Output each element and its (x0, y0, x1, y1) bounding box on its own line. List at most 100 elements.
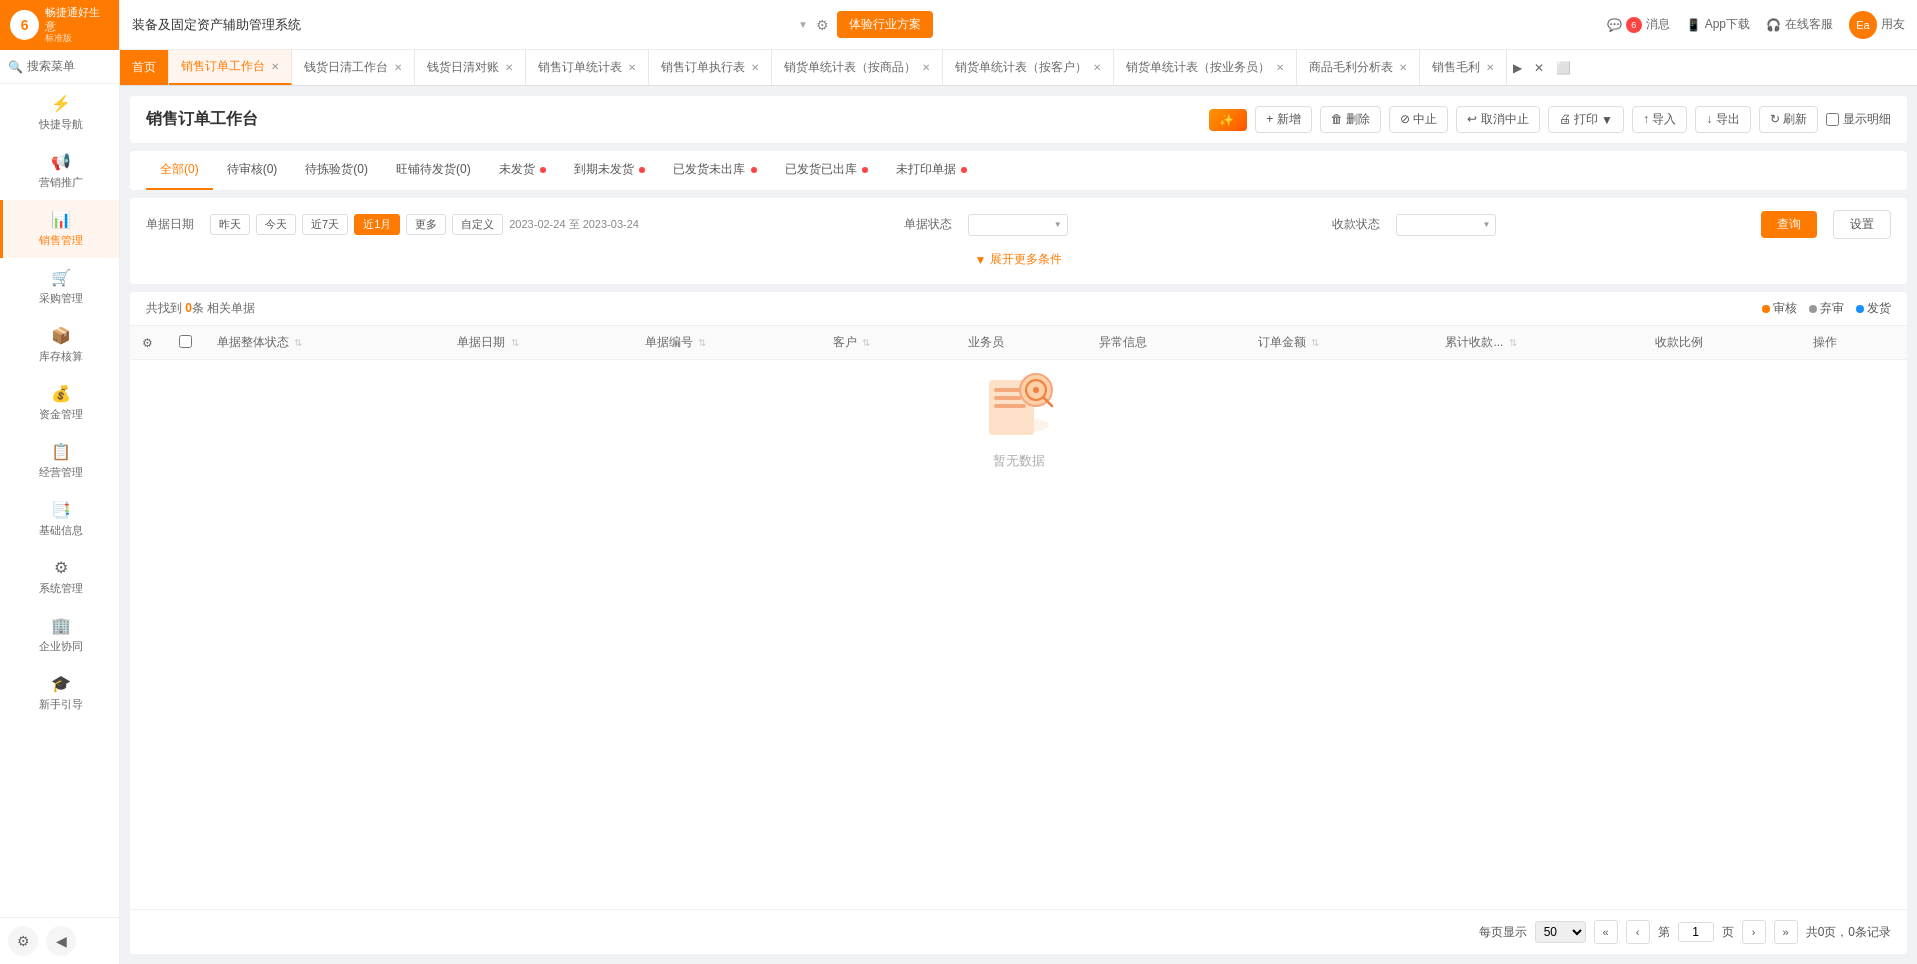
main-area: 装备及固定资产辅助管理系统 ▼ ⚙ 体验行业方案 💬 6 消息 📱 App下载 … (120, 0, 1917, 964)
tab-sales-order[interactable]: 销售订单工作台 ✕ (169, 50, 292, 85)
customer-sort-icon[interactable]: ⇅ (862, 337, 870, 348)
sidebar-item-quick-nav[interactable]: ⚡ 快捷导航 (0, 84, 119, 142)
header-settings-icon[interactable]: ⚙ (816, 17, 829, 33)
app-download-btn[interactable]: 📱 App下载 (1686, 16, 1750, 33)
sidebar-collapse-btn[interactable]: ◀ (46, 926, 76, 956)
tab-sales-by-staff[interactable]: 销货单统计表（按业务员） ✕ (1114, 50, 1297, 85)
sidebar-item-guide[interactable]: 🎓 新手引导 (0, 664, 119, 722)
sidebar-item-inventory[interactable]: 📦 库存核算 (0, 316, 119, 374)
status-sort-icon[interactable]: ⇅ (294, 337, 302, 348)
sidebar-item-finance[interactable]: 💰 资金管理 (0, 374, 119, 432)
sidebar-item-sales[interactable]: 📊 销售管理 (0, 200, 119, 258)
number-sort-icon[interactable]: ⇅ (698, 337, 706, 348)
tab-close-sales-profit[interactable]: ✕ (1486, 62, 1494, 73)
filter-tab-unprinted[interactable]: 未打印单据 (882, 151, 981, 190)
tab-home[interactable]: 首页 (120, 50, 169, 85)
inventory-icon: 📦 (51, 326, 71, 345)
payment-select[interactable] (1396, 214, 1496, 236)
sidebar-item-search[interactable]: 🔍 搜索菜单 (0, 50, 119, 84)
star-icon: ✨ (1219, 113, 1234, 127)
tab-sales-by-cust[interactable]: 销货单统计表（按客户） ✕ (943, 50, 1114, 85)
filter-tab-pending-inspect[interactable]: 待拣验货(0) (291, 151, 382, 190)
page-prev-btn[interactable]: ‹ (1626, 920, 1650, 944)
tab-close-sales-stat[interactable]: ✕ (628, 62, 636, 73)
page-next-btn[interactable]: › (1742, 920, 1766, 944)
logo-area: 6 畅捷通好生意 标准版 (0, 0, 119, 50)
filter-tab-expired-unshipped[interactable]: 到期未发货 (560, 151, 659, 190)
date-sort-icon[interactable]: ⇅ (511, 337, 519, 348)
page-actions: ✨ + 新增 🗑 删除 ⊘ 中止 ↩ 取消中止 🖨 打印 ▼ ↑ 导入 ↓ 导出… (1209, 106, 1891, 133)
filter-tab-unshipped[interactable]: 未发货 (485, 151, 560, 190)
tab-more-btn[interactable]: ▶ (1507, 50, 1528, 85)
tab-close-all-btn[interactable]: ✕ (1528, 50, 1550, 85)
tab-sales-profit[interactable]: 销售毛利 ✕ (1420, 50, 1507, 85)
date-btn-more[interactable]: 更多 (406, 214, 446, 235)
cancel-stop-button[interactable]: ↩ 取消中止 (1456, 106, 1539, 133)
tab-sales-by-prod[interactable]: 销货单统计表（按商品） ✕ (772, 50, 943, 85)
table-scroll[interactable]: ⚙ 单据整体状态 ⇅ 单据日期 ⇅ (130, 326, 1907, 909)
sidebar-item-system[interactable]: ⚙ 系统管理 (0, 548, 119, 606)
sidebar-item-basic-info[interactable]: 📑 基础信息 (0, 490, 119, 548)
query-button[interactable]: 查询 (1761, 211, 1817, 238)
cancel-review-action-btn[interactable]: 弃审 (1809, 300, 1844, 317)
expand-filter-button[interactable]: ▼ 展开更多条件 (967, 247, 1071, 272)
tab-close-sales-order[interactable]: ✕ (271, 61, 279, 72)
filter-tab-shipped-out[interactable]: 已发货已出库 (771, 151, 882, 190)
tab-close-sales-exec[interactable]: ✕ (751, 62, 759, 73)
page-first-btn[interactable]: « (1594, 920, 1618, 944)
sidebar-settings-btn[interactable]: ⚙ (8, 926, 38, 956)
tab-cash-daily[interactable]: 钱货日清工作台 ✕ (292, 50, 415, 85)
tab-cash-reconcile[interactable]: 钱货日清对账 ✕ (415, 50, 526, 85)
user-profile-btn[interactable]: Ea 用友 (1849, 11, 1905, 39)
page-number-input[interactable] (1678, 922, 1714, 942)
filter-settings-button[interactable]: 设置 (1833, 210, 1891, 239)
show-detail-checkbox[interactable]: 显示明细 (1826, 111, 1891, 128)
delete-button[interactable]: 🗑 删除 (1320, 106, 1381, 133)
import-button[interactable]: ↑ 导入 (1632, 106, 1687, 133)
date-btn-7days[interactable]: 近7天 (302, 214, 348, 235)
filter-tab-all[interactable]: 全部(0) (146, 151, 213, 190)
select-all-checkbox[interactable] (179, 335, 192, 348)
export-button[interactable]: ↓ 导出 (1695, 106, 1750, 133)
amount-sort-icon[interactable]: ⇅ (1311, 337, 1319, 348)
date-btn-today[interactable]: 今天 (256, 214, 296, 235)
tab-maximize-btn[interactable]: ⬜ (1550, 50, 1577, 85)
collected-sort-icon[interactable]: ⇅ (1509, 337, 1517, 348)
sidebar-item-enterprise[interactable]: 🏢 企业协同 (0, 606, 119, 664)
tab-close-sales-by-staff[interactable]: ✕ (1276, 62, 1284, 73)
new-button[interactable]: + 新增 (1255, 106, 1311, 133)
column-settings-icon[interactable]: ⚙ (142, 336, 153, 350)
ai-generate-button[interactable]: ✨ (1209, 109, 1247, 131)
page-last-btn[interactable]: » (1774, 920, 1798, 944)
print-button[interactable]: 🖨 打印 ▼ (1548, 106, 1624, 133)
page-size-select[interactable]: 10 20 50 100 (1535, 921, 1586, 943)
filter-tab-shipped-in-transit[interactable]: 已发货未出库 (659, 151, 770, 190)
industry-solution-button[interactable]: 体验行业方案 (837, 11, 933, 38)
tab-close-gross-margin[interactable]: ✕ (1399, 62, 1407, 73)
filter-tab-wangpu[interactable]: 旺铺待发货(0) (382, 151, 485, 190)
review-action-btn[interactable]: 审核 (1762, 300, 1797, 317)
sidebar-item-marketing[interactable]: 📢 营销推广 (0, 142, 119, 200)
th-checkbox (165, 326, 205, 360)
tab-sales-exec[interactable]: 销售订单执行表 ✕ (649, 50, 772, 85)
tab-gross-margin[interactable]: 商品毛利分析表 ✕ (1297, 50, 1420, 85)
stop-button[interactable]: ⊘ 中止 (1389, 106, 1448, 133)
message-btn[interactable]: 💬 6 消息 (1607, 16, 1670, 33)
date-btn-yesterday[interactable]: 昨天 (210, 214, 250, 235)
status-select[interactable] (968, 214, 1068, 236)
show-detail-input[interactable] (1826, 113, 1839, 126)
refresh-button[interactable]: ↻ 刷新 (1759, 106, 1818, 133)
tab-close-sales-by-prod[interactable]: ✕ (922, 62, 930, 73)
ship-action-btn[interactable]: 发货 (1856, 300, 1891, 317)
tab-close-sales-by-cust[interactable]: ✕ (1093, 62, 1101, 73)
date-btn-1month[interactable]: 近1月 (354, 214, 400, 235)
th-amount: 订单金额 ⇅ (1246, 326, 1434, 360)
sidebar-item-operations[interactable]: 📋 经营管理 (0, 432, 119, 490)
online-support-btn[interactable]: 🎧 在线客服 (1766, 16, 1833, 33)
tab-sales-stat[interactable]: 销售订单统计表 ✕ (526, 50, 649, 85)
sidebar-item-purchase[interactable]: 🛒 采购管理 (0, 258, 119, 316)
tab-close-cash-reconcile[interactable]: ✕ (505, 62, 513, 73)
tab-close-cash-daily[interactable]: ✕ (394, 62, 402, 73)
date-btn-custom[interactable]: 自定义 (452, 214, 503, 235)
filter-tab-pending-review[interactable]: 待审核(0) (213, 151, 292, 190)
